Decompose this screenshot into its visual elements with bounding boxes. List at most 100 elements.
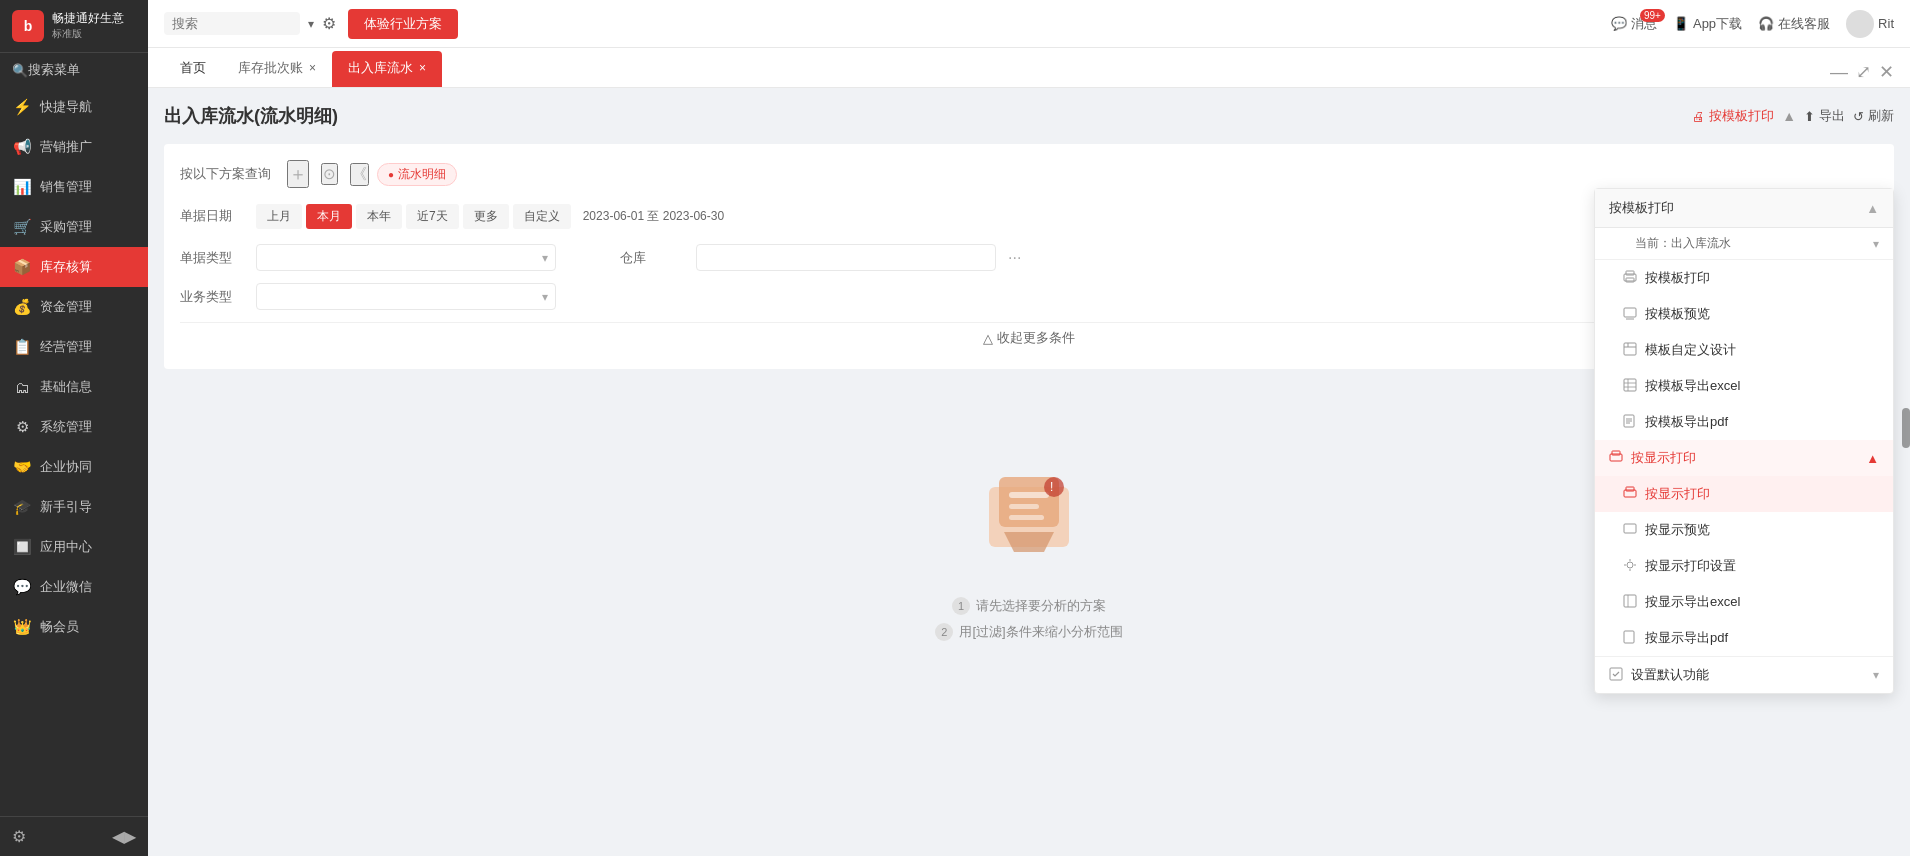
sidebar-item-label: 基础信息 [40,378,92,396]
date-tag-current-year[interactable]: 本年 [356,204,402,229]
query-tag-item[interactable]: ● 流水明细 [377,163,457,186]
display-section-chevron-icon[interactable]: ▲ [1866,451,1879,466]
export-button[interactable]: ⬆ 导出 [1804,107,1845,125]
date-tag-last-month[interactable]: 上月 [256,204,302,229]
sidebar-item-app-center[interactable]: 🔲 应用中心 [0,527,148,567]
tab-label: 出入库流水 [348,59,413,77]
sidebar-item-label: 企业微信 [40,578,92,596]
dropdown-template-preview[interactable]: 按模板预览 [1595,296,1893,332]
sidebar-item-finance[interactable]: 💰 资金管理 [0,287,148,327]
online-service-button[interactable]: 🎧 在线客服 [1758,15,1830,33]
date-tag-current-month[interactable]: 本月 [306,204,352,229]
filter-add-button[interactable]: ＋ [287,160,309,188]
dropdown-template-print[interactable]: 按模板打印 [1595,260,1893,296]
warehouse-dots-icon[interactable]: ··· [1008,249,1021,267]
sidebar-item-sales[interactable]: 📊 销售管理 [0,167,148,207]
tab-maximize-icon[interactable]: ⤢ [1856,61,1871,83]
business-type-label: 业务类型 [180,288,240,306]
sidebar-item-collab[interactable]: 🤝 企业协同 [0,447,148,487]
dropdown-template-design[interactable]: 模板自定义设计 [1595,332,1893,368]
tab-close-icon[interactable]: × [309,61,316,75]
sidebar-item-wechat[interactable]: 💬 企业微信 [0,567,148,607]
logo-icon: b [12,10,44,42]
user-avatar [1846,10,1874,38]
doc-type-select[interactable] [256,244,556,271]
dropdown-display-pdf[interactable]: 按显示导出pdf [1595,620,1893,656]
filter-settings-button[interactable]: ⊙ [321,163,338,185]
tutorial-icon: 🎓 [12,497,32,517]
message-button[interactable]: 💬 消息 99+ [1611,15,1657,33]
user-name: Rit [1878,16,1894,31]
tab-inout-flow[interactable]: 出入库流水 × [332,51,442,87]
dropdown-item-label: 按模板预览 [1645,305,1710,323]
tab-close-active-icon[interactable]: × [419,61,426,75]
sidebar-item-member[interactable]: 👑 畅会员 [0,607,148,647]
dropdown-footer-item[interactable]: 设置默认功能 ▾ [1595,656,1893,693]
refresh-button[interactable]: ↺ 刷新 [1853,107,1894,125]
date-label: 单据日期 [180,207,240,225]
date-tag-custom[interactable]: 自定义 [513,204,571,229]
footer-chevron-icon: ▾ [1873,668,1879,682]
message-badge: 99+ [1640,9,1665,22]
settings-icon[interactable]: ⚙ [12,827,26,846]
dropdown-item-label: 按显示预览 [1645,521,1710,539]
sidebar-item-management[interactable]: 📋 经营管理 [0,327,148,367]
app-download-button[interactable]: 📱 App下载 [1673,15,1742,33]
dropdown-display-section-header[interactable]: 按显示打印 ▲ [1595,440,1893,476]
dropdown-display-excel[interactable]: 按显示导出excel [1595,584,1893,620]
sidebar-item-system[interactable]: ⚙ 系统管理 [0,407,148,447]
sidebar-item-inventory[interactable]: 📦 库存核算 [0,247,148,287]
step-num-2: 2 [935,623,953,641]
date-tag-7days[interactable]: 近7天 [406,204,459,229]
business-type-select[interactable] [256,283,556,310]
topbar-dropdown-icon[interactable]: ▾ [308,17,314,31]
wechat-icon: 💬 [12,577,32,597]
headset-icon: 🎧 [1758,16,1774,31]
current-chevron-icon[interactable]: ▾ [1873,237,1879,251]
search-input[interactable] [172,16,292,31]
date-range-display: 2023-06-01 至 2023-06-30 [583,208,724,225]
print-button[interactable]: 🖨 按模板打印 [1692,107,1774,125]
warehouse-label: 仓库 [620,249,680,267]
sidebar-item-label: 企业协同 [40,458,92,476]
user-avatar-area[interactable]: Rit [1846,10,1894,38]
tab-label: 库存批次账 [238,59,303,77]
tab-minimize-icon[interactable]: — [1830,62,1848,83]
dropdown-display-print-settings[interactable]: 按显示打印设置 [1595,548,1893,584]
sidebar-item-search[interactable]: 🔍 搜索菜单 [0,53,148,87]
dropdown-display-print[interactable]: 按显示打印 [1595,476,1893,512]
svg-text:!: ! [1050,480,1053,494]
page-title-actions: 🖨 按模板打印 ▲ ⬆ 导出 ↺ 刷新 [1692,107,1894,125]
dropdown-header-chevron-icon[interactable]: ▲ [1866,201,1879,216]
refresh-label: 刷新 [1868,107,1894,125]
sidebar-item-marketing[interactable]: 📢 营销推广 [0,127,148,167]
doc-type-label: 单据类型 [180,249,240,267]
sidebar-item-basics[interactable]: 🗂 基础信息 [0,367,148,407]
dropdown-template-pdf[interactable]: 按模板导出pdf [1595,404,1893,440]
date-tag-more[interactable]: 更多 [463,204,509,229]
main-area: ▾ ⚙ 体验行业方案 💬 消息 99+ 📱 App下载 🎧 在线客服 Rit [148,0,1910,856]
topbar-gear-icon[interactable]: ⚙ [322,14,336,33]
sidebar-item-purchase[interactable]: 🛒 采购管理 [0,207,148,247]
basics-icon: 🗂 [12,377,32,397]
sidebar-bottom: ⚙ ◀▶ [0,816,148,856]
query-tag-icon: ● [388,169,394,180]
sidebar-toggle-icon[interactable]: ◀▶ [112,827,136,846]
sidebar-item-label: 新手引导 [40,498,92,516]
print-chevron-up-icon[interactable]: ▲ [1782,108,1796,124]
dropdown-template-excel[interactable]: 按模板导出excel [1595,368,1893,404]
tab-home[interactable]: 首页 [164,51,222,87]
display-settings-icon [1623,558,1637,575]
warehouse-select[interactable] [696,244,996,271]
warehouse-select-wrap [696,244,996,271]
app-center-icon: 🔲 [12,537,32,557]
dropdown-display-preview[interactable]: 按显示预览 [1595,512,1893,548]
sidebar-item-tutorial[interactable]: 🎓 新手引导 [0,487,148,527]
tab-close-window-icon[interactable]: ✕ [1879,61,1894,83]
trial-button[interactable]: 体验行业方案 [348,9,458,39]
tab-inventory-batch[interactable]: 库存批次账 × [222,51,332,87]
filter-collapse-button[interactable]: 《 [350,163,369,186]
sidebar-item-quick-nav[interactable]: ⚡ 快捷导航 [0,87,148,127]
collapse-up-icon: △ [983,331,993,346]
search-input-wrap[interactable] [164,12,300,35]
